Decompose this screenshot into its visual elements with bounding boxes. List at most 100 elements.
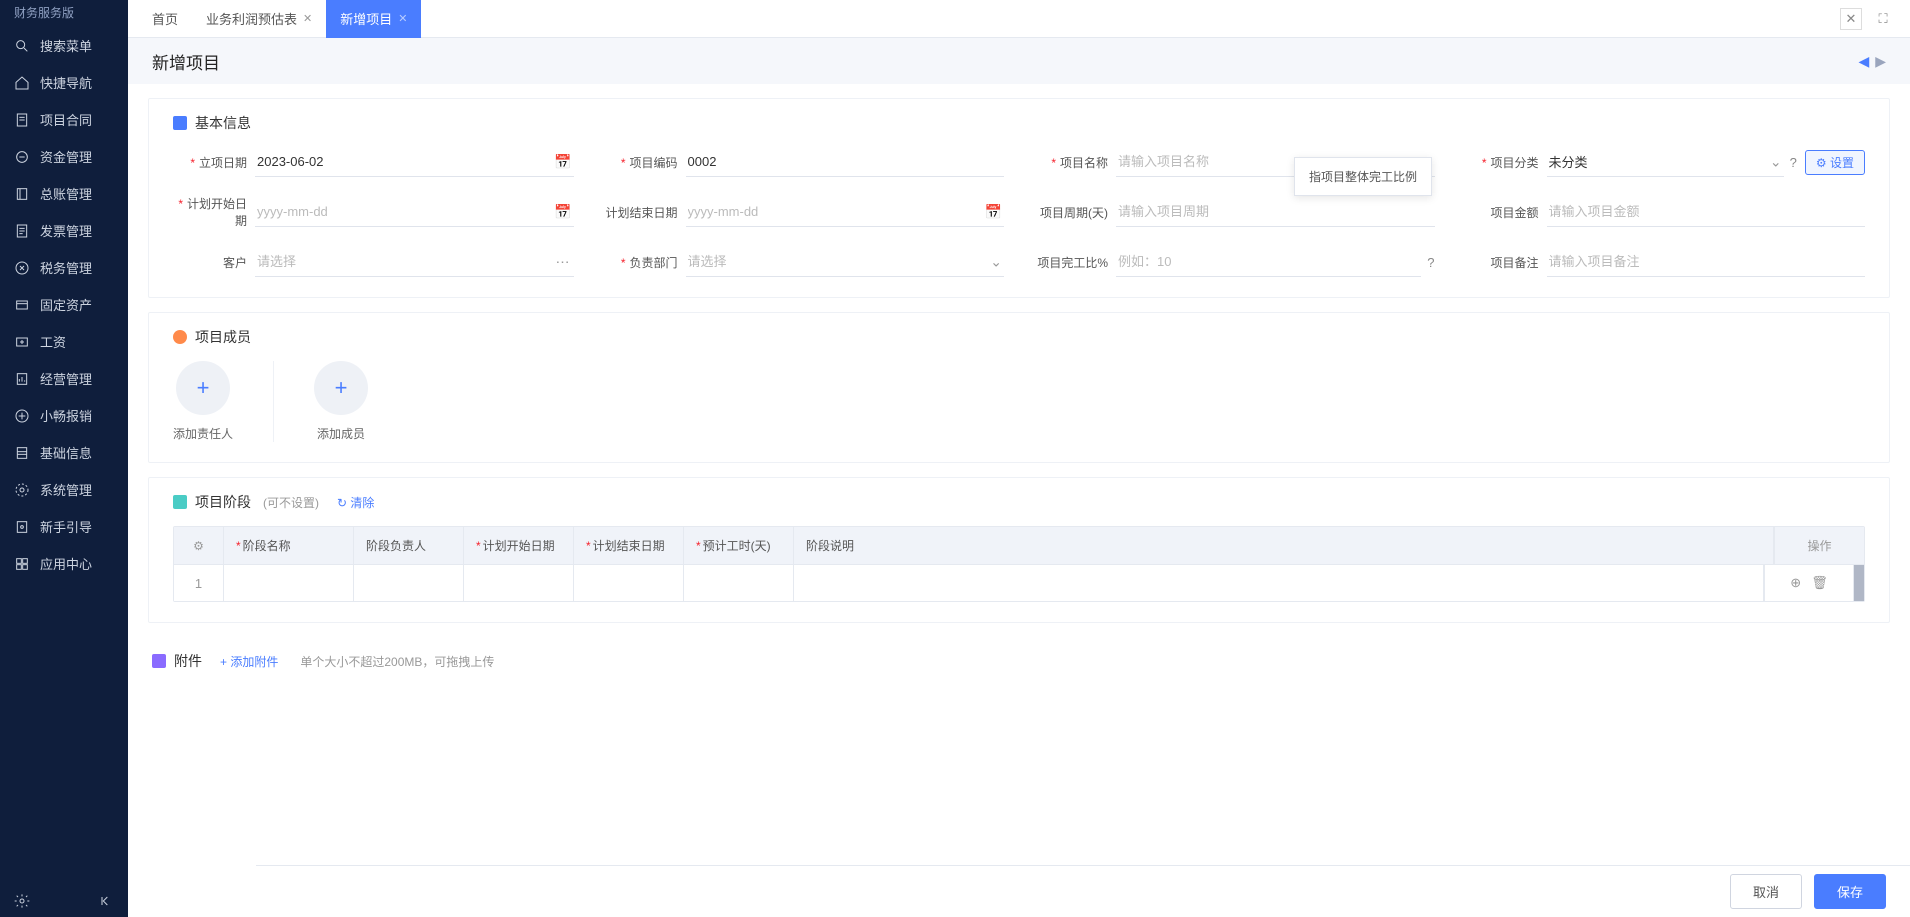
- label-category: 项目分类: [1465, 154, 1547, 171]
- prev-arrow-icon[interactable]: ◀: [1858, 53, 1869, 70]
- delete-row-icon[interactable]: 🗑: [1811, 575, 1828, 591]
- help-icon[interactable]: ?: [1427, 255, 1434, 270]
- input-code[interactable]: [686, 147, 1005, 177]
- sidebar-item-salary[interactable]: 工资: [0, 323, 128, 360]
- section-icon: [173, 330, 187, 344]
- page-title: 新增项目: [152, 49, 220, 74]
- next-arrow-icon[interactable]: ▶: [1875, 53, 1886, 70]
- row-scrollbar[interactable]: [1854, 565, 1864, 601]
- sidebar-item-quicknav[interactable]: 快捷导航: [0, 64, 128, 101]
- cell-end[interactable]: [574, 565, 684, 601]
- col-owner: 阶段负责人: [354, 527, 464, 564]
- add-member-label: 添加成员: [317, 425, 365, 442]
- sidebar-item-label: 工资: [40, 332, 66, 351]
- input-period[interactable]: [1116, 197, 1435, 227]
- label-name: 项目名称: [1034, 154, 1116, 171]
- sidebar-item-tax[interactable]: 税务管理: [0, 249, 128, 286]
- field-customer: 客户 ⋯: [173, 247, 574, 277]
- sidebar-item-label: 经营管理: [40, 369, 92, 388]
- sidebar-item-label: 应用中心: [40, 554, 92, 573]
- select-dept[interactable]: [686, 247, 1005, 277]
- guide-icon: [14, 519, 30, 535]
- input-amount[interactable]: [1547, 197, 1866, 227]
- label-customer: 客户: [173, 254, 255, 271]
- save-button[interactable]: 保存: [1814, 874, 1886, 909]
- label-plan-end: 计划结束日期: [604, 204, 686, 221]
- footer: 取消 保存: [256, 865, 1910, 917]
- attach-card: 附件 + 添加附件 单个大小不超过200MB，可拖拽上传: [148, 637, 1890, 705]
- close-icon[interactable]: ✕: [303, 12, 312, 25]
- sidebar-item-guide[interactable]: 新手引导: [0, 508, 128, 545]
- sidebar-item-appcenter[interactable]: 应用中心: [0, 545, 128, 582]
- sidebar-item-invoice[interactable]: 发票管理: [0, 212, 128, 249]
- sidebar-item-search[interactable]: 搜索菜单: [0, 27, 128, 64]
- cancel-button[interactable]: 取消: [1730, 874, 1802, 909]
- sidebar-item-system[interactable]: 系统管理: [0, 471, 128, 508]
- sidebar-item-funds[interactable]: 资金管理: [0, 138, 128, 175]
- add-member-button[interactable]: +: [314, 361, 368, 415]
- add-owner-button[interactable]: +: [176, 361, 230, 415]
- tab-profit[interactable]: 业务利润预估表✕: [192, 0, 326, 38]
- cell-desc[interactable]: [794, 565, 1764, 601]
- sidebar-item-label: 固定资产: [40, 295, 92, 314]
- sidebar-item-label: 新手引导: [40, 517, 92, 536]
- field-dept: 负责部门 ⌄: [604, 247, 1005, 277]
- section-icon: [173, 495, 187, 509]
- members-card: 项目成员 + 添加责任人 + 添加成员: [148, 312, 1890, 463]
- tax-icon: [14, 260, 30, 276]
- col-desc: 阶段说明: [794, 527, 1774, 564]
- sidebar-item-label: 系统管理: [40, 480, 92, 499]
- tab-home[interactable]: 首页: [138, 0, 192, 38]
- col-hours: 预计工时(天): [684, 527, 794, 564]
- sidebar-item-contract[interactable]: 项目合同: [0, 101, 128, 138]
- settings-icon[interactable]: [14, 893, 30, 909]
- category-set-button[interactable]: ⚙ 设置: [1805, 150, 1865, 175]
- label-dept: 负责部门: [604, 254, 686, 271]
- col-start: 计划开始日期: [464, 527, 574, 564]
- section-title: 项目阶段: [195, 492, 251, 512]
- label-create-date: 立项日期: [173, 154, 255, 171]
- add-row-icon[interactable]: ⊕: [1790, 575, 1801, 591]
- row-index: 1: [174, 565, 224, 601]
- cell-start[interactable]: [464, 565, 574, 601]
- fullscreen-icon[interactable]: ⛶: [1872, 8, 1894, 30]
- add-attachment-link[interactable]: + 添加附件: [220, 653, 278, 670]
- input-plan-start[interactable]: [255, 197, 574, 227]
- select-category[interactable]: [1547, 147, 1784, 177]
- field-plan-start: 计划开始日期 📅: [173, 195, 574, 229]
- field-amount: 项目金额: [1465, 195, 1866, 229]
- select-customer[interactable]: [255, 247, 574, 277]
- cell-owner[interactable]: [354, 565, 464, 601]
- help-icon[interactable]: ?: [1790, 155, 1797, 170]
- input-plan-end[interactable]: [686, 197, 1005, 227]
- sidebar-item-ledger[interactable]: 总账管理: [0, 175, 128, 212]
- sidebar-item-reimburse[interactable]: 小畅报销: [0, 397, 128, 434]
- tab-label: 首页: [152, 9, 178, 28]
- close-icon[interactable]: ✕: [398, 12, 407, 25]
- cell-hours[interactable]: [684, 565, 794, 601]
- gear-icon: [14, 482, 30, 498]
- table-row[interactable]: 1 ⊕ 🗑: [174, 564, 1864, 601]
- input-complete[interactable]: [1116, 247, 1421, 277]
- section-title: 基本信息: [195, 113, 251, 133]
- stages-clear-link[interactable]: 清除: [337, 494, 374, 511]
- sidebar-item-label: 发票管理: [40, 221, 92, 240]
- sidebar-item-label: 快捷导航: [40, 73, 92, 92]
- field-create-date: 立项日期 📅: [173, 147, 574, 177]
- field-category: 项目分类 ⌄ ? ⚙ 设置: [1465, 147, 1866, 177]
- input-remark[interactable]: [1547, 247, 1866, 277]
- col-name: 阶段名称: [224, 527, 354, 564]
- sidebar-item-assets[interactable]: 固定资产: [0, 286, 128, 323]
- tab-new-project[interactable]: 新增项目✕: [326, 0, 421, 38]
- field-remark: 项目备注: [1465, 247, 1866, 277]
- col-gear[interactable]: ⚙: [174, 527, 224, 564]
- sidebar-item-operation[interactable]: 经营管理: [0, 360, 128, 397]
- section-icon: [173, 116, 187, 130]
- close-panel-icon[interactable]: ✕: [1840, 8, 1862, 30]
- sidebar-item-base[interactable]: 基础信息: [0, 434, 128, 471]
- collapse-icon[interactable]: [98, 893, 114, 909]
- sidebar-item-label: 总账管理: [40, 184, 92, 203]
- cell-name[interactable]: [224, 565, 354, 601]
- input-create-date[interactable]: [255, 147, 574, 177]
- attach-hint: 单个大小不超过200MB，可拖拽上传: [300, 653, 494, 670]
